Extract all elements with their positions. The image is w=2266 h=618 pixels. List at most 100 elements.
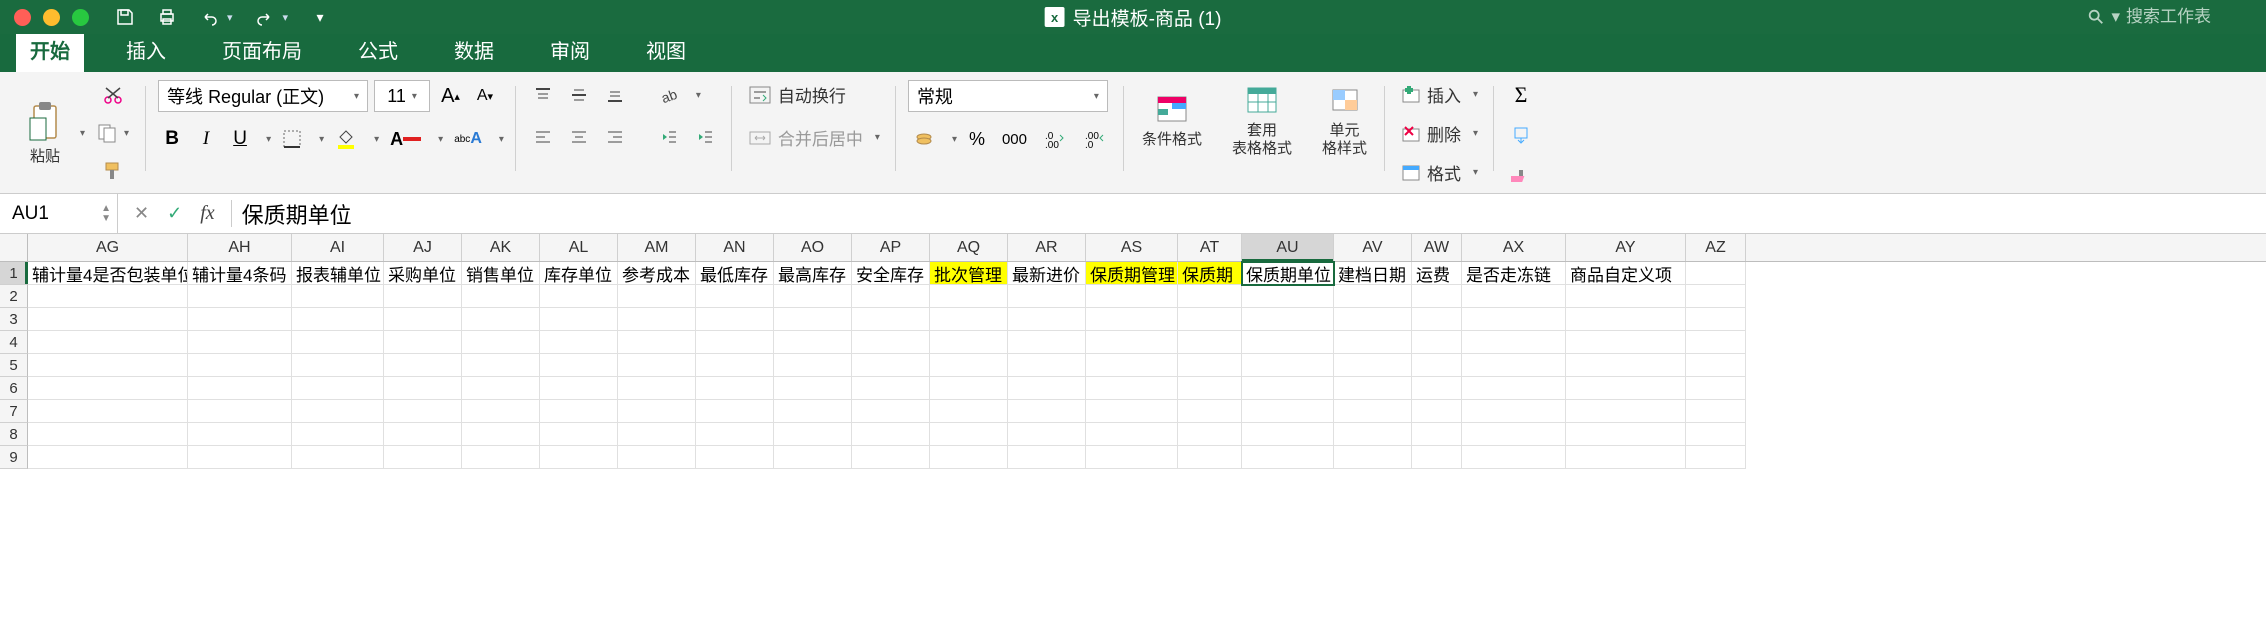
phonetic-dropdown[interactable]: ▾	[499, 134, 504, 145]
cell[interactable]	[292, 285, 384, 308]
cell[interactable]	[1566, 400, 1686, 423]
cell[interactable]	[1178, 423, 1242, 446]
fx-icon[interactable]: fx	[200, 202, 214, 225]
cell[interactable]	[774, 400, 852, 423]
cell[interactable]	[930, 400, 1008, 423]
cell[interactable]	[852, 308, 930, 331]
cell[interactable]	[1566, 446, 1686, 469]
wrap-text-button[interactable]: 自动换行	[744, 80, 884, 109]
cell[interactable]	[1242, 400, 1334, 423]
cell[interactable]	[540, 400, 618, 423]
cell[interactable]	[292, 400, 384, 423]
row-header[interactable]: 9	[0, 446, 28, 469]
cell[interactable]	[1008, 354, 1086, 377]
column-header[interactable]: AX	[1462, 234, 1566, 261]
cell[interactable]	[930, 377, 1008, 400]
font-color-button[interactable]: A	[385, 124, 426, 154]
percent-format-button[interactable]: %	[963, 124, 991, 154]
cell[interactable]	[1566, 331, 1686, 354]
cell[interactable]	[774, 423, 852, 446]
cell[interactable]	[696, 446, 774, 469]
orientation-dropdown[interactable]: ▾	[696, 90, 701, 101]
enter-formula-icon[interactable]: ✓	[167, 203, 182, 224]
cell[interactable]	[1334, 331, 1412, 354]
cell[interactable]	[292, 354, 384, 377]
cell[interactable]	[28, 423, 188, 446]
cell[interactable]	[462, 400, 540, 423]
cell[interactable]	[1686, 400, 1746, 423]
cell[interactable]	[1178, 308, 1242, 331]
cell[interactable]	[1008, 285, 1086, 308]
column-header[interactable]: AV	[1334, 234, 1412, 261]
cell[interactable]	[1178, 400, 1242, 423]
row-header[interactable]: 6	[0, 377, 28, 400]
column-header[interactable]: AG	[28, 234, 188, 261]
cell[interactable]	[774, 308, 852, 331]
cell[interactable]	[28, 308, 188, 331]
font-color-dropdown[interactable]: ▾	[438, 134, 443, 145]
cell[interactable]	[1686, 423, 1746, 446]
cell[interactable]	[1086, 285, 1178, 308]
cell[interactable]	[1686, 446, 1746, 469]
cell[interactable]	[930, 423, 1008, 446]
cell[interactable]	[1566, 423, 1686, 446]
align-middle-button[interactable]	[564, 80, 594, 110]
cell[interactable]	[1462, 331, 1566, 354]
spreadsheet-grid[interactable]: AGAHAIAJAKALAMANAOAPAQARASATAUAVAWAXAYAZ…	[0, 234, 2266, 469]
cell[interactable]	[540, 446, 618, 469]
cell[interactable]	[1178, 285, 1242, 308]
cell[interactable]	[462, 354, 540, 377]
cell[interactable]	[540, 331, 618, 354]
cell[interactable]	[28, 377, 188, 400]
delete-cells-button[interactable]: 删除▾	[1397, 119, 1482, 148]
cell[interactable]	[1412, 285, 1462, 308]
undo-icon[interactable]	[199, 7, 219, 27]
cell[interactable]: 是否走冻链	[1462, 262, 1566, 285]
cell[interactable]	[1008, 331, 1086, 354]
cell[interactable]	[188, 308, 292, 331]
cancel-formula-icon[interactable]: ✕	[134, 203, 149, 224]
cell[interactable]	[540, 377, 618, 400]
cell[interactable]: 最低库存	[696, 262, 774, 285]
cell[interactable]: 最新进价	[1008, 262, 1086, 285]
align-right-button[interactable]	[600, 122, 630, 152]
cell[interactable]	[384, 377, 462, 400]
borders-button[interactable]	[277, 124, 307, 154]
cell[interactable]	[1178, 377, 1242, 400]
cell[interactable]	[696, 331, 774, 354]
cell[interactable]	[1686, 308, 1746, 331]
cell[interactable]	[1686, 354, 1746, 377]
cell[interactable]	[1008, 446, 1086, 469]
search-sheet[interactable]: ▾	[2087, 7, 2256, 27]
cell[interactable]	[384, 423, 462, 446]
cell[interactable]	[1686, 377, 1746, 400]
cell[interactable]	[1334, 446, 1412, 469]
cell[interactable]	[1242, 423, 1334, 446]
column-header[interactable]: AW	[1412, 234, 1462, 261]
cell[interactable]	[292, 423, 384, 446]
cell[interactable]	[1462, 400, 1566, 423]
merge-center-button[interactable]: 合并后居中▾	[744, 123, 884, 152]
cell[interactable]	[774, 446, 852, 469]
borders-dropdown[interactable]: ▾	[319, 134, 324, 145]
cell[interactable]: 辅计量4条码	[188, 262, 292, 285]
cell[interactable]	[462, 308, 540, 331]
column-header[interactable]: AJ	[384, 234, 462, 261]
cell[interactable]	[1412, 377, 1462, 400]
cell[interactable]	[1008, 400, 1086, 423]
cell[interactable]	[1178, 354, 1242, 377]
cell[interactable]	[188, 423, 292, 446]
cell[interactable]	[1334, 377, 1412, 400]
column-header[interactable]: AK	[462, 234, 540, 261]
italic-button[interactable]: I	[192, 124, 220, 154]
cell[interactable]	[618, 354, 696, 377]
cell[interactable]	[28, 331, 188, 354]
cell[interactable]	[1334, 285, 1412, 308]
cell[interactable]	[292, 331, 384, 354]
cell[interactable]	[1242, 377, 1334, 400]
cell[interactable]: 商品自定义项	[1566, 262, 1686, 285]
cell[interactable]	[28, 446, 188, 469]
cell[interactable]	[930, 354, 1008, 377]
cell[interactable]	[188, 331, 292, 354]
cell[interactable]	[28, 285, 188, 308]
